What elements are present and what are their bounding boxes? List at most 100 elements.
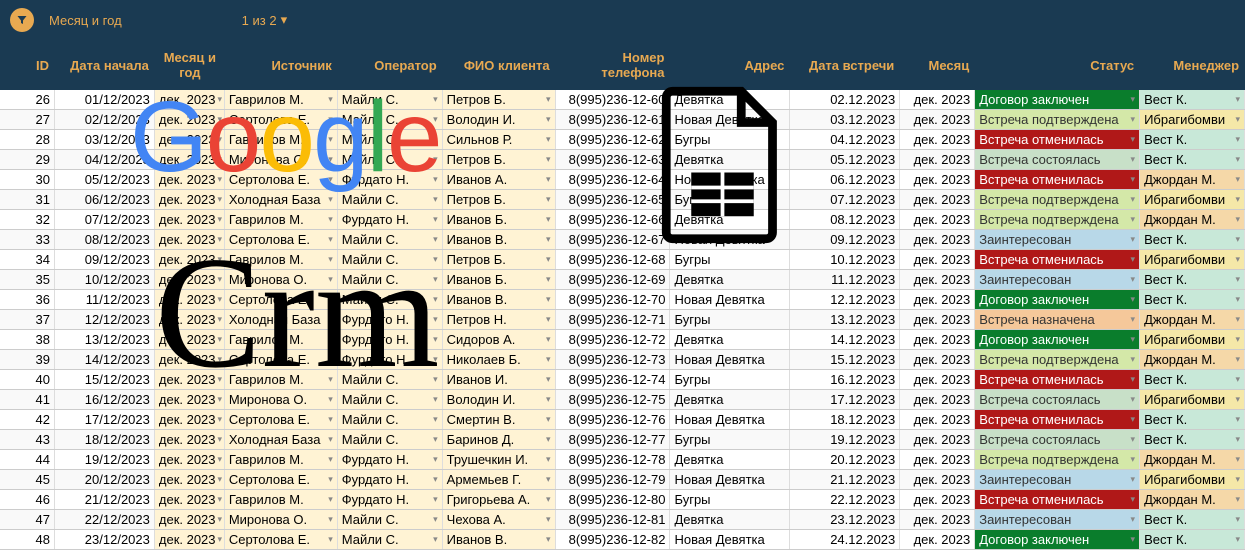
dropdown-icon[interactable]: ▾: [1235, 454, 1240, 465]
cell-id[interactable]: 45: [0, 470, 55, 489]
dropdown-icon[interactable]: ▾: [433, 334, 438, 345]
cell-phone[interactable]: 8(995)236-12-68: [556, 250, 671, 269]
cell-date[interactable]: 05/12/2023: [55, 170, 155, 189]
dropdown-icon[interactable]: ▾: [328, 354, 333, 365]
dropdown-icon[interactable]: ▾: [328, 254, 333, 265]
cell-manager[interactable]: Джордан М.▾: [1140, 170, 1245, 189]
cell-meeting-month[interactable]: дек. 2023: [900, 470, 975, 489]
cell-phone[interactable]: 8(995)236-12-79: [556, 470, 671, 489]
cell-meeting-month[interactable]: дек. 2023: [900, 430, 975, 449]
cell-month[interactable]: дек. 2023▾: [155, 410, 225, 429]
cell-meeting-date[interactable]: 20.12.2023: [790, 450, 900, 469]
cell-operator[interactable]: Фурдато Н.▾: [338, 210, 443, 229]
cell-month[interactable]: дек. 2023▾: [155, 330, 225, 349]
cell-phone[interactable]: 8(995)236-12-76: [556, 410, 671, 429]
dropdown-icon[interactable]: ▾: [218, 394, 223, 405]
cell-phone[interactable]: 8(995)236-12-61: [556, 110, 671, 129]
cell-manager[interactable]: Вест К.▾: [1140, 290, 1245, 309]
dropdown-icon[interactable]: ▾: [218, 134, 223, 145]
cell-id[interactable]: 33: [0, 230, 55, 249]
cell-meeting-date[interactable]: 02.12.2023: [790, 90, 900, 109]
header-date[interactable]: Дата начала: [55, 40, 155, 90]
dropdown-icon[interactable]: ▾: [218, 294, 223, 305]
dropdown-icon[interactable]: ▾: [218, 214, 223, 225]
cell-manager[interactable]: Вест К.▾: [1140, 270, 1245, 289]
cell-date[interactable]: 22/12/2023: [55, 510, 155, 529]
dropdown-icon[interactable]: ▾: [433, 394, 438, 405]
dropdown-icon[interactable]: ▾: [218, 174, 223, 185]
dropdown-icon[interactable]: ▾: [546, 474, 551, 485]
cell-manager[interactable]: Вест К.▾: [1140, 130, 1245, 149]
dropdown-icon[interactable]: ▾: [433, 134, 438, 145]
dropdown-icon[interactable]: ▾: [218, 234, 223, 245]
cell-address[interactable]: Бугры: [670, 190, 790, 209]
cell-phone[interactable]: 8(995)236-12-72: [556, 330, 671, 349]
dropdown-icon[interactable]: ▾: [328, 114, 333, 125]
dropdown-icon[interactable]: ▾: [433, 434, 438, 445]
dropdown-icon[interactable]: ▾: [546, 154, 551, 165]
dropdown-icon[interactable]: ▾: [328, 194, 333, 205]
cell-month[interactable]: дек. 2023▾: [155, 150, 225, 169]
dropdown-icon[interactable]: ▾: [1131, 474, 1136, 485]
cell-operator[interactable]: Фурдато Н.▾: [338, 490, 443, 509]
cell-meeting-month[interactable]: дек. 2023: [900, 210, 975, 229]
dropdown-icon[interactable]: ▾: [546, 274, 551, 285]
dropdown-icon[interactable]: ▾: [546, 254, 551, 265]
cell-fio[interactable]: Баринов Д.▾: [443, 430, 556, 449]
dropdown-icon[interactable]: ▾: [1235, 334, 1240, 345]
dropdown-icon[interactable]: ▾: [1235, 114, 1240, 125]
cell-manager[interactable]: Джордан М.▾: [1140, 310, 1245, 329]
cell-meeting-date[interactable]: 13.12.2023: [790, 310, 900, 329]
cell-meeting-date[interactable]: 11.12.2023: [790, 270, 900, 289]
dropdown-icon[interactable]: ▾: [218, 374, 223, 385]
dropdown-icon[interactable]: ▾: [328, 334, 333, 345]
cell-status[interactable]: Заинтересован▾: [975, 270, 1140, 289]
header-manager[interactable]: Менеджер: [1140, 40, 1245, 90]
cell-meeting-month[interactable]: дек. 2023: [900, 530, 975, 549]
dropdown-icon[interactable]: ▾: [218, 114, 223, 125]
dropdown-icon[interactable]: ▾: [433, 474, 438, 485]
cell-address[interactable]: Новая Девятка: [670, 170, 790, 189]
cell-phone[interactable]: 8(995)236-12-60: [556, 90, 671, 109]
cell-manager[interactable]: Джордан М.▾: [1140, 350, 1245, 369]
cell-address[interactable]: Девятка: [670, 270, 790, 289]
cell-id[interactable]: 30: [0, 170, 55, 189]
dropdown-icon[interactable]: ▾: [328, 274, 333, 285]
cell-phone[interactable]: 8(995)236-12-81: [556, 510, 671, 529]
dropdown-icon[interactable]: ▾: [433, 354, 438, 365]
cell-meeting-month[interactable]: дек. 2023: [900, 390, 975, 409]
cell-meeting-date[interactable]: 06.12.2023: [790, 170, 900, 189]
cell-month[interactable]: дек. 2023▾: [155, 530, 225, 549]
cell-fio[interactable]: Иванов И.▾: [443, 370, 556, 389]
cell-operator[interactable]: Майли С.▾: [338, 270, 443, 289]
dropdown-icon[interactable]: ▾: [433, 154, 438, 165]
dropdown-icon[interactable]: ▾: [1235, 94, 1240, 105]
cell-operator[interactable]: Майли С.▾: [338, 290, 443, 309]
cell-manager[interactable]: Ибрагибомви▾: [1140, 190, 1245, 209]
cell-month[interactable]: дек. 2023▾: [155, 90, 225, 109]
cell-operator[interactable]: Фурдато Н.▾: [338, 350, 443, 369]
dropdown-icon[interactable]: ▾: [1131, 194, 1136, 205]
dropdown-icon[interactable]: ▾: [218, 314, 223, 325]
cell-status[interactable]: Встреча подтверждена▾: [975, 110, 1140, 129]
cell-id[interactable]: 41: [0, 390, 55, 409]
cell-month[interactable]: дек. 2023▾: [155, 490, 225, 509]
dropdown-icon[interactable]: ▾: [328, 154, 333, 165]
cell-date[interactable]: 10/12/2023: [55, 270, 155, 289]
cell-fio[interactable]: Володин И.▾: [443, 390, 556, 409]
cell-fio[interactable]: Иванов В.▾: [443, 530, 556, 549]
cell-month[interactable]: дек. 2023▾: [155, 450, 225, 469]
dropdown-icon[interactable]: ▾: [218, 194, 223, 205]
dropdown-icon[interactable]: ▾: [433, 534, 438, 545]
cell-source[interactable]: Холодная База▾: [225, 190, 338, 209]
dropdown-icon[interactable]: ▾: [1131, 534, 1136, 545]
cell-status[interactable]: Встреча подтверждена▾: [975, 210, 1140, 229]
dropdown-icon[interactable]: ▾: [218, 254, 223, 265]
dropdown-icon[interactable]: ▾: [1235, 514, 1240, 525]
cell-fio[interactable]: Смертин В.▾: [443, 410, 556, 429]
cell-id[interactable]: 31: [0, 190, 55, 209]
cell-operator[interactable]: Майли С.▾: [338, 410, 443, 429]
cell-address[interactable]: Новая Девятка: [670, 410, 790, 429]
dropdown-icon[interactable]: ▾: [1235, 494, 1240, 505]
cell-address[interactable]: Бугры: [670, 370, 790, 389]
